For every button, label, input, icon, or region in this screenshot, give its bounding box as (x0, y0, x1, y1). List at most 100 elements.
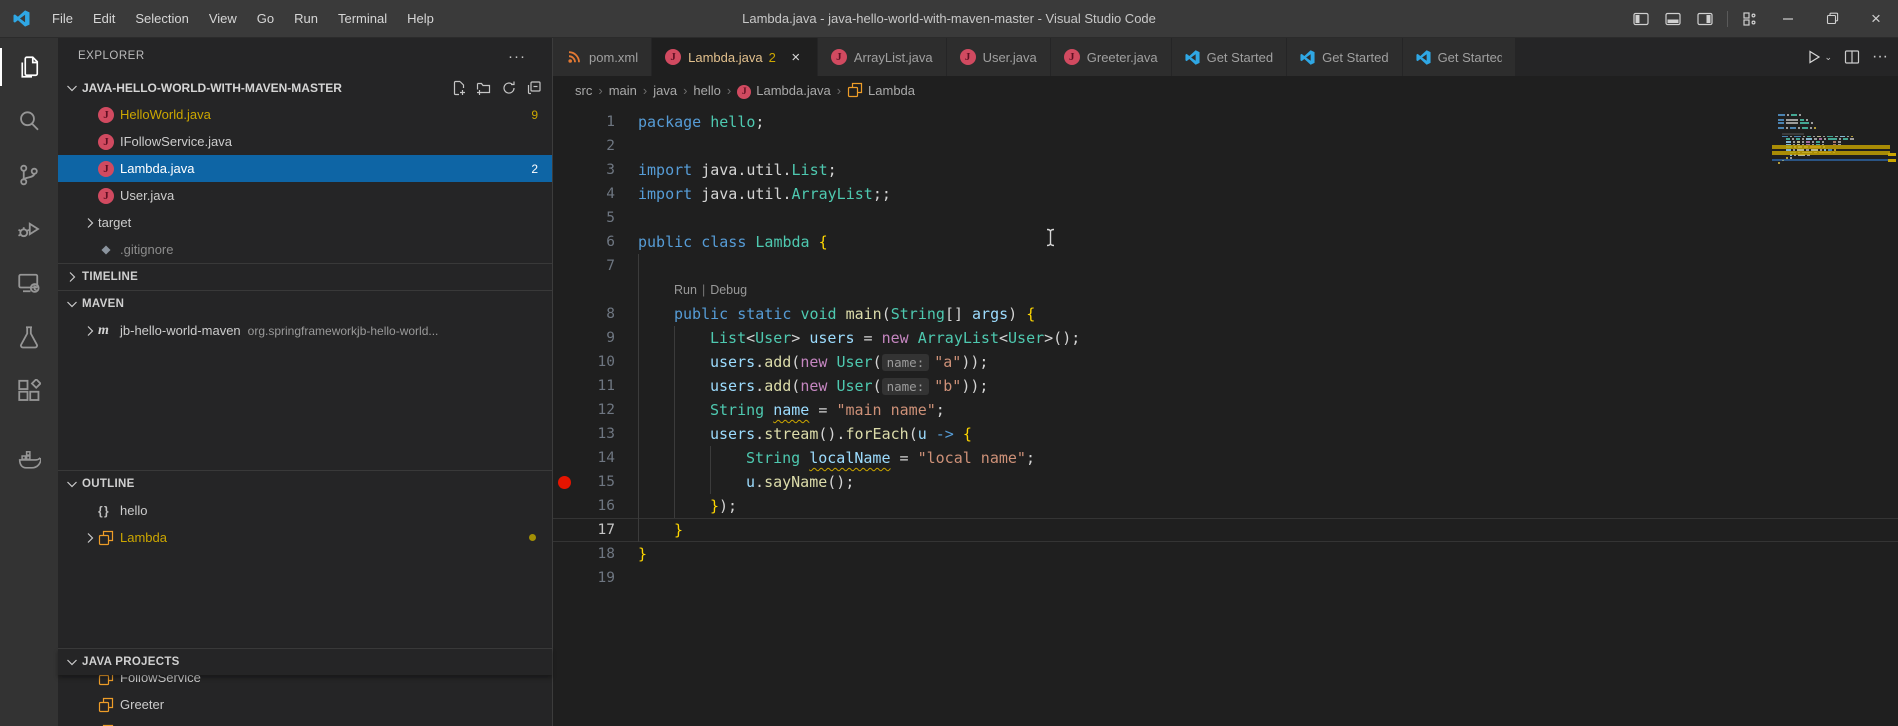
tree-item-greeter[interactable]: Greeter (58, 691, 552, 718)
tree-item-followservice[interactable]: FollowService (58, 675, 552, 691)
close-window-button[interactable]: × (1854, 0, 1898, 37)
code-line-3[interactable]: 3 import java.util. List; (553, 158, 1898, 182)
code-line-5[interactable]: 5 (553, 206, 1898, 230)
tree-item-gitignore[interactable]: .gitignore (58, 236, 552, 263)
tab-pom-xml[interactable]: pom.xml (553, 38, 653, 76)
code-line-18[interactable]: 18} (553, 542, 1898, 566)
collapse-folders-icon[interactable] (526, 80, 542, 96)
tree-item-lambda-java[interactable]: J Lambda.java 2 (58, 155, 552, 182)
menu-run[interactable]: Run (284, 6, 328, 32)
activity-explorer[interactable] (0, 40, 58, 94)
minimize-button[interactable] (1766, 0, 1810, 37)
code-line-4[interactable]: 4 import java.util. ArrayList;; (553, 182, 1898, 206)
code-line-1[interactable]: 1 package hello; (553, 110, 1898, 134)
activity-source-control[interactable] (0, 148, 58, 202)
code-line-7[interactable]: 7 (553, 254, 1898, 278)
code-token: name (773, 401, 810, 419)
activity-run-and-debug[interactable] (0, 202, 58, 256)
tree-item-jb-hello-world-maven[interactable]: m jb-hello-world-maven org.springframework… (58, 317, 552, 344)
codelens-run-link[interactable]: Run (674, 283, 697, 297)
activity-testing[interactable] (0, 310, 58, 364)
code-token: u (917, 425, 927, 443)
code-token: } (710, 497, 720, 515)
code-token: )); (961, 377, 989, 395)
tree-item-ifollowservice-java[interactable]: J IFollowService.java (58, 128, 552, 155)
code-line-19[interactable]: 19 (553, 566, 1898, 590)
layout-sidebar-right-icon[interactable] (1689, 0, 1721, 37)
java-file-icon: J (98, 133, 120, 150)
tree-item-label: .gitignore (120, 242, 174, 257)
run-dropdown-icon[interactable]: ⌄ (1824, 52, 1832, 63)
new-file-icon[interactable] (451, 80, 467, 96)
menu-go[interactable]: Go (247, 6, 284, 32)
maximize-restore-button[interactable] (1810, 0, 1854, 37)
code-line-9[interactable]: 9 List < User > users = new ArrayList < User >(… (553, 326, 1898, 350)
tab-get-started[interactable]: Get Started (1287, 38, 1403, 76)
codelens-debug-link[interactable]: Debug (710, 283, 747, 297)
breadcrumb-main[interactable]: main (609, 83, 637, 98)
code-line-13[interactable]: 13 users. stream (). forEach(u -> { (553, 422, 1898, 446)
tab-user-java[interactable]: J User.java (946, 38, 1051, 76)
code-token: Lambda (755, 233, 810, 251)
more-editor-actions-icon[interactable]: ··· (1872, 48, 1888, 66)
activity-remote-explorer[interactable] (0, 256, 58, 310)
code-line-8[interactable]: 8 public static void main(String[] args) … (553, 302, 1898, 326)
code-line-14[interactable]: 14 String localName = "local name"; (553, 446, 1898, 470)
layout-panel-icon[interactable] (1657, 0, 1689, 37)
code-line-15[interactable]: 15 u. sayName (); (553, 470, 1898, 494)
menu-view[interactable]: View (199, 6, 247, 32)
section-maven[interactable]: MAVEN (58, 290, 552, 317)
section-timeline[interactable]: TIMELINE (58, 263, 552, 290)
close-tab-icon[interactable]: × (788, 49, 804, 66)
line-number: 7 (606, 258, 615, 274)
tree-item-user-java[interactable]: J User.java (58, 182, 552, 209)
section-java-projects[interactable]: JAVA PROJECTS (58, 648, 552, 675)
menu-terminal[interactable]: Terminal (328, 6, 397, 32)
tree-item-helloworld[interactable]: HelloWorld9 (58, 718, 552, 726)
tree-item-label: Lambda.java (120, 161, 195, 176)
tree-item-helloworld-java[interactable]: J HelloWorld.java 9 (58, 101, 552, 128)
breakpoint-margin[interactable] (553, 475, 575, 489)
section-outline[interactable]: OUTLINE (58, 470, 552, 497)
menu-edit[interactable]: Edit (83, 6, 125, 32)
code-editor[interactable]: 1 package hello; 2 3 import java.util. List; 4… (553, 104, 1898, 726)
menu-help[interactable]: Help (397, 6, 444, 32)
tree-item-hello[interactable]: { } hello (58, 497, 552, 524)
run-java-button[interactable]: ⌄ (1806, 49, 1832, 65)
code-line-10[interactable]: 10 users. add(new User(name: "a")); (553, 350, 1898, 374)
breadcrumb-lambda[interactable]: Lambda (847, 82, 915, 98)
tab-lambda-java[interactable]: J Lambda.java 2 × (652, 38, 818, 76)
layout-sidebar-left-icon[interactable] (1625, 0, 1657, 37)
views-more-actions-icon[interactable]: ··· (508, 48, 526, 65)
breadcrumb-java[interactable]: java (653, 83, 677, 98)
code-line-12[interactable]: 12 String name = "main name"; (553, 398, 1898, 422)
tab-greeter-java[interactable]: J Greeter.java (1050, 38, 1172, 76)
tab-get-started[interactable]: Get Started (1402, 38, 1516, 76)
code-token: ); (719, 497, 738, 515)
code-token: . (755, 353, 765, 371)
breadcrumb-src[interactable]: src (575, 83, 592, 98)
code-line-11[interactable]: 11 users. add(new User(name: "b")); (553, 374, 1898, 398)
activity-search[interactable] (0, 94, 58, 148)
explorer-root-folder[interactable]: JAVA-HELLO-WORLD-WITH-MAVEN-MASTER (58, 74, 552, 101)
tree-item-lambda[interactable]: Lambda (58, 524, 552, 551)
customize-layout-icon[interactable] (1734, 0, 1766, 37)
breadcrumb-lambda-java[interactable]: J Lambda.java (737, 82, 831, 99)
activity-extensions[interactable] (0, 364, 58, 418)
menu-selection[interactable]: Selection (125, 6, 198, 32)
minimap[interactable] (1772, 114, 1890, 168)
tab-get-started[interactable]: Get Started (1171, 38, 1288, 76)
breadcrumb-hello[interactable]: hello (693, 83, 720, 98)
menu-file[interactable]: File (42, 6, 83, 32)
refresh-explorer-icon[interactable] (501, 80, 517, 96)
breakpoint-icon[interactable] (557, 475, 571, 489)
code-line-6[interactable]: 6 public class Lambda { (553, 230, 1898, 254)
new-folder-icon[interactable] (476, 80, 492, 96)
code-line-16[interactable]: 16}); (553, 494, 1898, 518)
split-editor-button[interactable] (1844, 49, 1860, 65)
activity-docker[interactable] (0, 432, 58, 486)
tab-arraylist-java[interactable]: J ArrayList.java (817, 38, 947, 76)
tree-item-target[interactable]: target (58, 209, 552, 236)
code-line-17[interactable]: 17} (553, 518, 1898, 542)
code-line-2[interactable]: 2 (553, 134, 1898, 158)
